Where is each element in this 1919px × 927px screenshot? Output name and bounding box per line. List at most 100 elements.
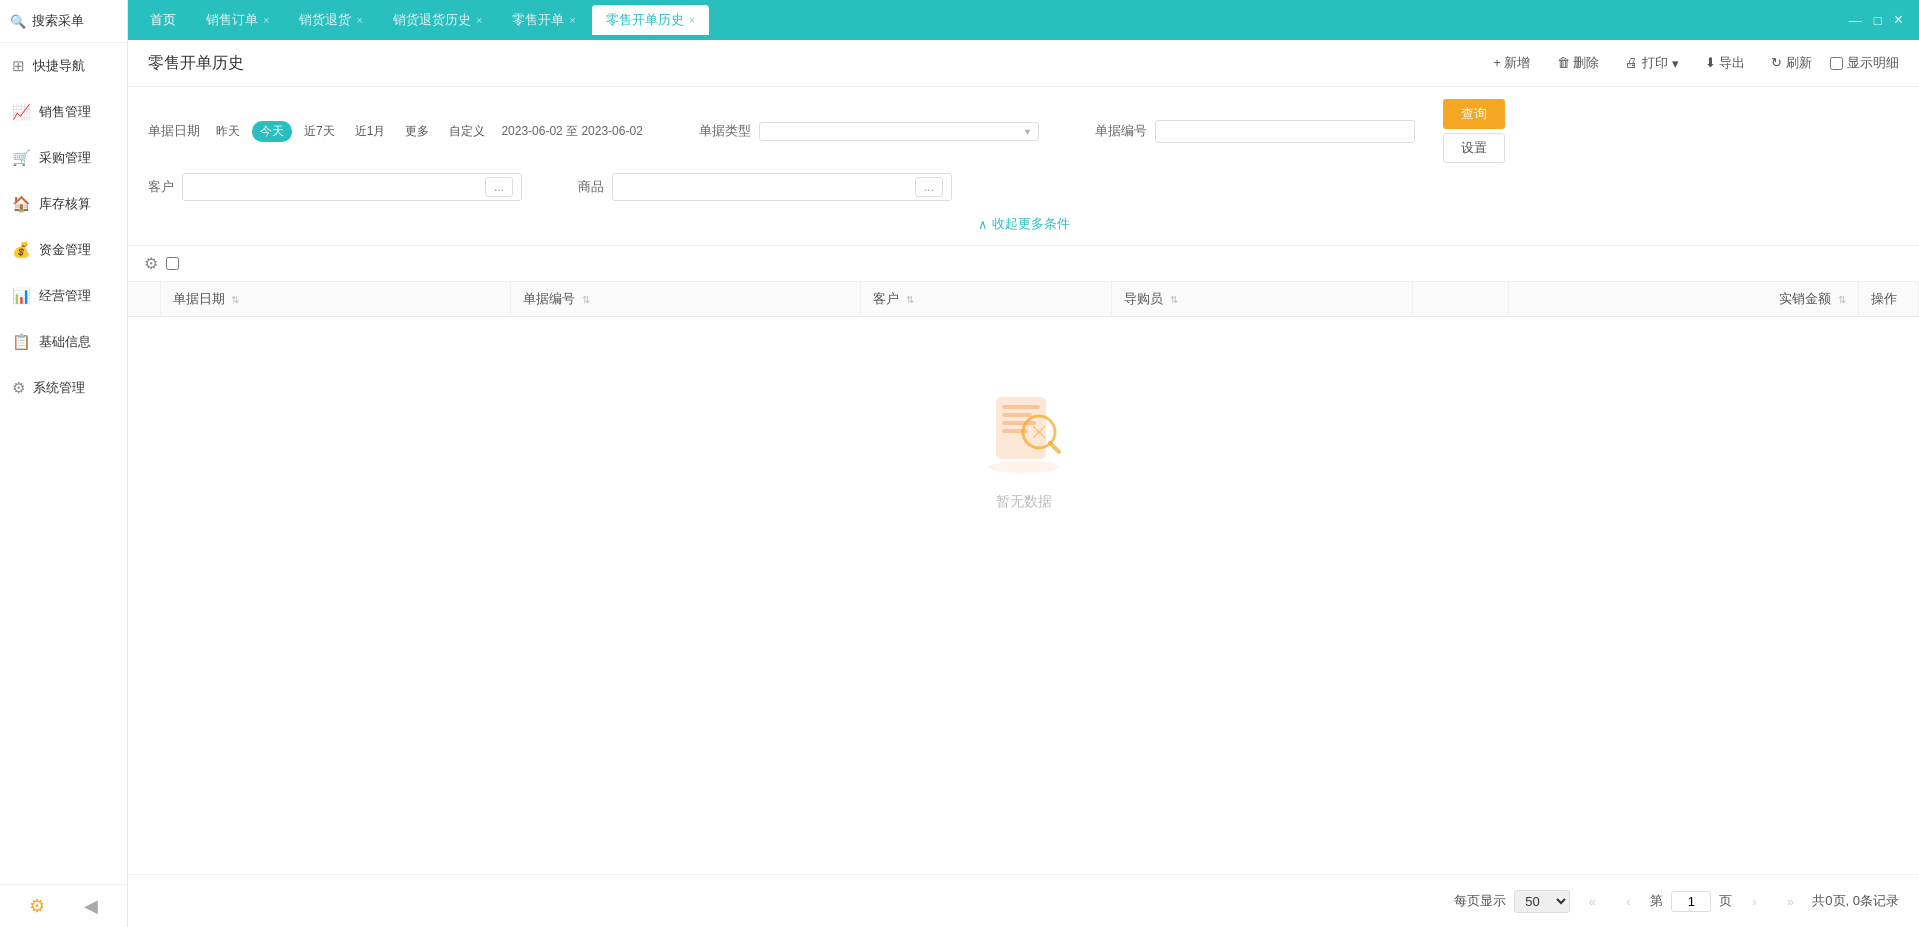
sidebar-item-operations[interactable]: 📊 经营管理 — [0, 273, 127, 319]
query-button[interactable]: 查询 — [1443, 99, 1505, 129]
col-customer[interactable]: 客户 ⇅ — [861, 282, 1112, 317]
first-page-icon: « — [1589, 894, 1596, 909]
sidebar-item-quick-nav[interactable]: ⊞ 快捷导航 — [0, 43, 127, 89]
page-size-select[interactable]: 50 20 100 200 — [1514, 890, 1570, 913]
tab-sales-return-close[interactable]: × — [356, 14, 362, 26]
date-opt-custom[interactable]: 自定义 — [441, 121, 493, 142]
tab-sales-return-history[interactable]: 销货退货历史 × — [379, 5, 496, 35]
date-opt-today[interactable]: 今天 — [252, 121, 292, 142]
svg-point-0 — [989, 461, 1059, 473]
add-label: + 新增 — [1493, 54, 1530, 72]
date-opt-last7[interactable]: 近7天 — [296, 121, 343, 142]
window-minimize-btn[interactable]: — — [1849, 13, 1862, 28]
empty-text: 暂无数据 — [996, 493, 1052, 511]
tab-retail-history[interactable]: 零售开单历史 × — [592, 5, 709, 35]
date-options: 昨天 今天 近7天 近1月 更多 自定义 — [208, 121, 493, 142]
sidebar-item-finance[interactable]: 💰 资金管理 — [0, 227, 127, 273]
sidebar-item-sales-mgmt-label: 销售管理 — [39, 103, 91, 121]
show-detail-input[interactable] — [1830, 57, 1843, 70]
sidebar-item-system[interactable]: ⚙ 系统管理 — [0, 365, 127, 411]
sidebar-item-finance-label: 资金管理 — [39, 241, 91, 259]
sidebar-item-basic-info[interactable]: 📋 基础信息 — [0, 319, 127, 365]
tab-sales-return-label: 销货退货 — [299, 11, 351, 29]
print-label: 🖨 打印 — [1625, 54, 1668, 72]
table-toolbar: ⚙ — [128, 246, 1919, 282]
date-opt-last-month[interactable]: 近1月 — [347, 121, 394, 142]
sidebar-item-purchase-mgmt[interactable]: 🛒 采购管理 — [0, 135, 127, 181]
empty-icon — [974, 377, 1074, 477]
delete-button[interactable]: 🗑 删除 — [1549, 50, 1608, 76]
bill-type-filter-group: 单据类型 ▾ — [699, 122, 1039, 141]
sidebar-menu: ⊞ 快捷导航 📈 销售管理 🛒 采购管理 🏠 库存核算 💰 资金管理 📊 经营管… — [0, 43, 127, 884]
pagination: 每页显示 50 20 100 200 « ‹ 第 页 › — [128, 874, 1919, 927]
prev-page-icon: ‹ — [1626, 894, 1630, 909]
date-filter-label: 单据日期 — [148, 122, 200, 140]
col-date[interactable]: 单据日期 ⇅ — [160, 282, 510, 317]
last-page-btn[interactable]: » — [1776, 887, 1804, 915]
table-settings-gear[interactable]: ⚙ — [144, 254, 158, 273]
delete-label: 🗑 删除 — [1557, 54, 1600, 72]
sidebar-collapse-btn[interactable]: ◀ — [84, 895, 98, 917]
tab-sales-return-history-label: 销货退货历史 — [393, 11, 471, 29]
page-input[interactable] — [1671, 891, 1711, 912]
date-opt-more[interactable]: 更多 — [397, 121, 437, 142]
customer-ellipsis-btn[interactable]: ... — [485, 177, 513, 197]
goods-input-wrapper: ... — [612, 173, 952, 201]
empty-state: 暂无数据 — [128, 317, 1919, 571]
sidebar-item-inventory[interactable]: 🏠 库存核算 — [0, 181, 127, 227]
add-button[interactable]: + 新增 — [1485, 50, 1538, 76]
prev-page-btn[interactable]: ‹ — [1614, 887, 1642, 915]
tab-sales-order-close[interactable]: × — [263, 14, 269, 26]
sidebar-item-sales-mgmt[interactable]: 📈 销售管理 — [0, 89, 127, 135]
settings-button[interactable]: 设置 — [1443, 133, 1505, 163]
col-ops: 操作 — [1859, 282, 1919, 317]
date-range-display: 2023-06-02 至 2023-06-02 — [501, 123, 642, 140]
tab-sales-order[interactable]: 销售订单 × — [192, 5, 283, 35]
col-salesperson-label: 导购员 — [1124, 291, 1163, 306]
tab-home[interactable]: 首页 — [136, 5, 190, 35]
bill-type-chevron: ▾ — [1025, 126, 1030, 137]
page-word: 第 — [1650, 892, 1663, 910]
svg-rect-3 — [1002, 413, 1032, 417]
col-amount-label: 实销金额 — [1779, 291, 1831, 306]
window-maximize-btn[interactable]: □ — [1874, 13, 1882, 28]
tab-retail-history-close[interactable]: × — [689, 14, 695, 26]
col-salesperson[interactable]: 导购员 ⇅ — [1112, 282, 1413, 317]
sidebar-bottom: ⚙ ◀ — [0, 884, 127, 927]
col-no[interactable]: 单据编号 ⇅ — [510, 282, 860, 317]
col-customer-label: 客户 — [873, 291, 899, 306]
tab-retail-open[interactable]: 零售开单 × — [498, 5, 589, 35]
col-amount[interactable]: 实销金额 ⇅ — [1508, 282, 1858, 317]
tab-retail-open-close[interactable]: × — [569, 14, 575, 26]
refresh-button[interactable]: ↻ 刷新 — [1763, 50, 1820, 76]
bill-type-select[interactable]: ▾ — [759, 122, 1039, 141]
window-close-btn[interactable]: × — [1894, 11, 1903, 29]
collapse-label: 收起更多条件 — [992, 215, 1070, 233]
page-title: 零售开单历史 — [148, 53, 244, 74]
tab-sales-return[interactable]: 销货退货 × — [285, 5, 376, 35]
finance-icon: 💰 — [12, 241, 31, 259]
svg-line-7 — [1050, 443, 1059, 452]
goods-input[interactable] — [621, 180, 915, 195]
export-button[interactable]: ⬇ 导出 — [1697, 50, 1754, 76]
next-page-btn[interactable]: › — [1740, 887, 1768, 915]
collapse-btn[interactable]: ∧ 收起更多条件 — [978, 215, 1070, 233]
col-no-label: 单据编号 — [523, 291, 575, 306]
tab-sales-return-history-close[interactable]: × — [476, 14, 482, 26]
first-page-btn[interactable]: « — [1578, 887, 1606, 915]
sidebar-item-purchase-mgmt-label: 采购管理 — [39, 149, 91, 167]
collapse-icon: ∧ — [978, 217, 988, 232]
select-all-checkbox[interactable] — [166, 257, 179, 270]
date-opt-yesterday[interactable]: 昨天 — [208, 121, 248, 142]
tabs-bar: 首页 销售订单 × 销货退货 × 销货退货历史 × 零售开单 × 零售开单历史 … — [128, 0, 1919, 40]
show-detail-checkbox[interactable]: 显示明细 — [1830, 54, 1899, 72]
bill-no-input[interactable] — [1164, 124, 1406, 139]
customer-input[interactable] — [191, 180, 485, 195]
bill-type-label: 单据类型 — [699, 122, 751, 140]
goods-ellipsis-btn[interactable]: ... — [915, 177, 943, 197]
col-customer-sort: ⇅ — [906, 294, 914, 305]
sidebar-settings-btn[interactable]: ⚙ — [29, 895, 45, 917]
sidebar-search[interactable]: 🔍 搜索采单 — [0, 0, 127, 43]
last-page-icon: » — [1787, 894, 1794, 909]
print-button[interactable]: 🖨 打印 ▾ — [1617, 50, 1687, 76]
